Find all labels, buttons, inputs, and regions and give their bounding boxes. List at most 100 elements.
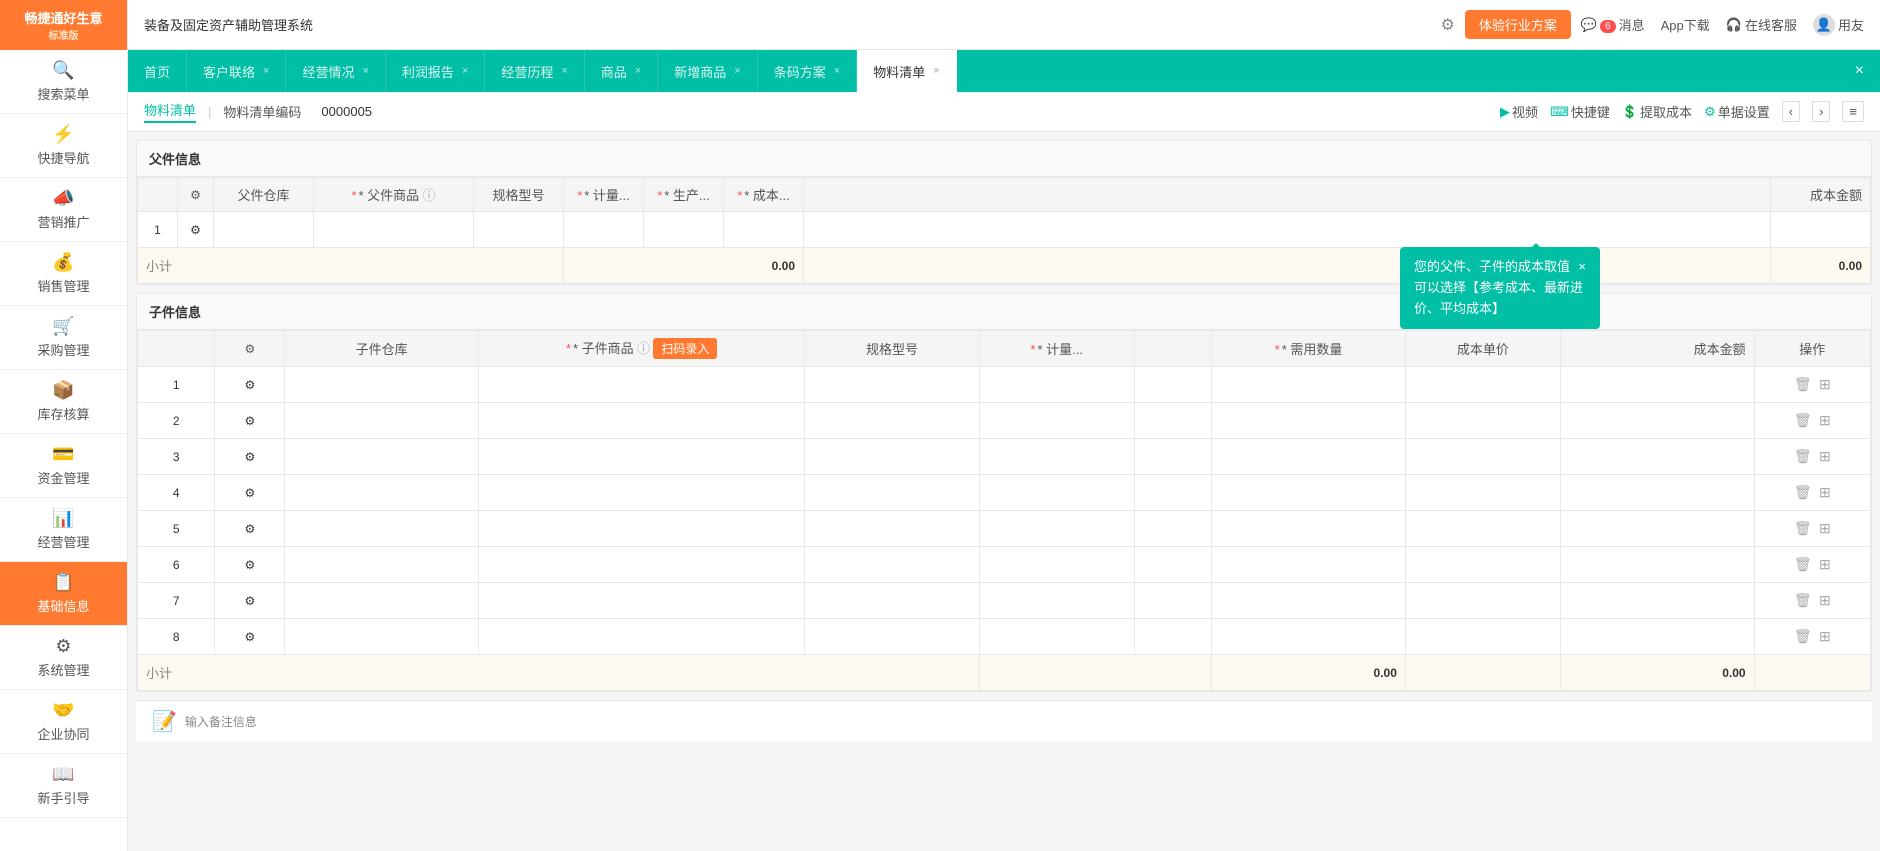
- sidebar-item-purchase[interactable]: 🛒 采购管理: [0, 306, 127, 370]
- child-row-spec[interactable]: [805, 511, 979, 547]
- tab-ops-close[interactable]: ×: [362, 65, 368, 77]
- tab-profit-close[interactable]: ×: [462, 65, 468, 77]
- child-row-unit[interactable]: [979, 439, 1134, 475]
- nav-grid-btn[interactable]: ≡: [1842, 101, 1864, 122]
- parent-row-production[interactable]: [644, 212, 724, 248]
- messages-btn[interactable]: 💬 6 消息: [1581, 15, 1645, 34]
- child-row-spec[interactable]: [805, 439, 979, 475]
- child-row-gear[interactable]: ⚙: [215, 439, 285, 475]
- child-col-gear[interactable]: ⚙: [215, 331, 285, 367]
- tooltip-close-btn[interactable]: ×: [1578, 257, 1586, 278]
- child-row-unit[interactable]: [979, 403, 1134, 439]
- gear-icon[interactable]: ⚙: [1441, 15, 1455, 35]
- online-service-btn[interactable]: 🎧 在线客服: [1726, 15, 1797, 34]
- scan-btn[interactable]: 扫码录入: [653, 338, 717, 359]
- sidebar-item-sales[interactable]: 💰 销售管理: [0, 242, 127, 306]
- child-row-needed[interactable]: [1212, 511, 1406, 547]
- sidebar-item-quick-nav[interactable]: ⚡ 快捷导航: [0, 114, 127, 178]
- child-row-warehouse[interactable]: [285, 511, 479, 547]
- child-row-needed[interactable]: [1212, 403, 1406, 439]
- sidebar-item-guide[interactable]: 📖 新手引导: [0, 754, 127, 818]
- sidebar-item-enterprise[interactable]: 🤝 企业协同: [0, 690, 127, 754]
- child-row-unit-price[interactable]: [1405, 403, 1560, 439]
- child-row-gear[interactable]: ⚙: [215, 547, 285, 583]
- child-row-spec[interactable]: [805, 547, 979, 583]
- child-row-warehouse[interactable]: [285, 403, 479, 439]
- child-row-spec[interactable]: [805, 403, 979, 439]
- copy-icon[interactable]: ⊞: [1819, 448, 1831, 464]
- sidebar-item-search[interactable]: 🔍 搜索菜单: [0, 50, 127, 114]
- child-row-needed[interactable]: [1212, 475, 1406, 511]
- parent-row-cost[interactable]: [724, 212, 804, 248]
- sidebar-item-capital[interactable]: 💳 资金管理: [0, 434, 127, 498]
- delete-icon[interactable]: 🗑: [1794, 448, 1812, 464]
- child-row-unit[interactable]: [979, 511, 1134, 547]
- tab-customer-close[interactable]: ×: [263, 65, 269, 77]
- child-row-product[interactable]: [478, 439, 804, 475]
- child-row-gear[interactable]: ⚙: [215, 403, 285, 439]
- tab-operations-status[interactable]: 经营情况 ×: [286, 50, 385, 92]
- copy-icon[interactable]: ⊞: [1819, 376, 1831, 392]
- tab-history[interactable]: 经营历程 ×: [485, 50, 584, 92]
- child-row-spec[interactable]: [805, 475, 979, 511]
- copy-icon[interactable]: ⊞: [1819, 556, 1831, 572]
- copy-icon[interactable]: ⊞: [1819, 592, 1831, 608]
- child-row-spec[interactable]: [805, 583, 979, 619]
- child-row-spec[interactable]: [805, 619, 979, 655]
- shortcut-action[interactable]: ⌨ 快捷键: [1550, 102, 1610, 121]
- child-row-warehouse[interactable]: [285, 475, 479, 511]
- tab-history-close[interactable]: ×: [561, 65, 567, 77]
- tab-new-product[interactable]: 新增商品 ×: [658, 50, 757, 92]
- parent-row-unit[interactable]: [564, 212, 644, 248]
- page-tab-bom-list[interactable]: 物料清单: [144, 100, 196, 123]
- child-row-unit-price[interactable]: [1405, 475, 1560, 511]
- nav-next-btn[interactable]: ›: [1812, 101, 1830, 122]
- child-row-unit[interactable]: [979, 547, 1134, 583]
- tab-products[interactable]: 商品 ×: [585, 50, 658, 92]
- delete-icon[interactable]: 🗑: [1794, 376, 1812, 392]
- tab-new-product-close[interactable]: ×: [734, 65, 740, 77]
- copy-icon[interactable]: ⊞: [1819, 484, 1831, 500]
- child-row-needed[interactable]: [1212, 583, 1406, 619]
- child-row-gear[interactable]: ⚙: [215, 511, 285, 547]
- settings-action[interactable]: ⚙ 单据设置: [1704, 102, 1770, 121]
- child-row-unit[interactable]: [979, 583, 1134, 619]
- child-row-unit[interactable]: [979, 367, 1134, 403]
- user-btn[interactable]: 👤 用友: [1813, 14, 1864, 36]
- child-row-needed[interactable]: [1212, 367, 1406, 403]
- copy-icon[interactable]: ⊞: [1819, 520, 1831, 536]
- sidebar-item-system[interactable]: ⚙ 系统管理: [0, 626, 127, 690]
- delete-icon[interactable]: 🗑: [1794, 484, 1812, 500]
- delete-icon[interactable]: 🗑: [1794, 556, 1812, 572]
- sidebar-item-operations[interactable]: 📊 经营管理: [0, 498, 127, 562]
- app-download-btn[interactable]: App下载: [1661, 15, 1710, 34]
- child-row-product[interactable]: [478, 475, 804, 511]
- copy-icon[interactable]: ⊞: [1819, 412, 1831, 428]
- child-row-product[interactable]: [478, 619, 804, 655]
- sidebar-item-basic-info[interactable]: 📋 基础信息: [0, 562, 127, 626]
- child-row-unit-price[interactable]: [1405, 511, 1560, 547]
- tab-products-close[interactable]: ×: [635, 65, 641, 77]
- child-row-unit-price[interactable]: [1405, 619, 1560, 655]
- view-action[interactable]: ▶ 视频: [1500, 102, 1538, 121]
- page-tab-bom-code[interactable]: 物料清单编码: [223, 102, 301, 121]
- child-row-unit[interactable]: [979, 619, 1134, 655]
- child-row-unit-price[interactable]: [1405, 583, 1560, 619]
- child-row-spec[interactable]: [805, 367, 979, 403]
- child-row-needed[interactable]: [1212, 619, 1406, 655]
- tab-customer[interactable]: 客户联络 ×: [187, 50, 286, 92]
- tab-bom-close[interactable]: ×: [933, 65, 939, 77]
- tab-profit[interactable]: 利润报告 ×: [386, 50, 485, 92]
- tab-home[interactable]: 首页: [128, 50, 187, 92]
- parent-row-spec[interactable]: [474, 212, 564, 248]
- nav-prev-btn[interactable]: ‹: [1782, 101, 1800, 122]
- tab-bom[interactable]: 物料清单 ×: [857, 50, 956, 92]
- child-row-unit-price[interactable]: [1405, 439, 1560, 475]
- child-row-unit-price[interactable]: [1405, 547, 1560, 583]
- delete-icon[interactable]: 🗑: [1794, 412, 1812, 428]
- sidebar-item-inventory[interactable]: 📦 库存核算: [0, 370, 127, 434]
- child-row-product[interactable]: [478, 403, 804, 439]
- child-row-needed[interactable]: [1212, 547, 1406, 583]
- child-row-warehouse[interactable]: [285, 367, 479, 403]
- child-row-gear[interactable]: ⚙: [215, 583, 285, 619]
